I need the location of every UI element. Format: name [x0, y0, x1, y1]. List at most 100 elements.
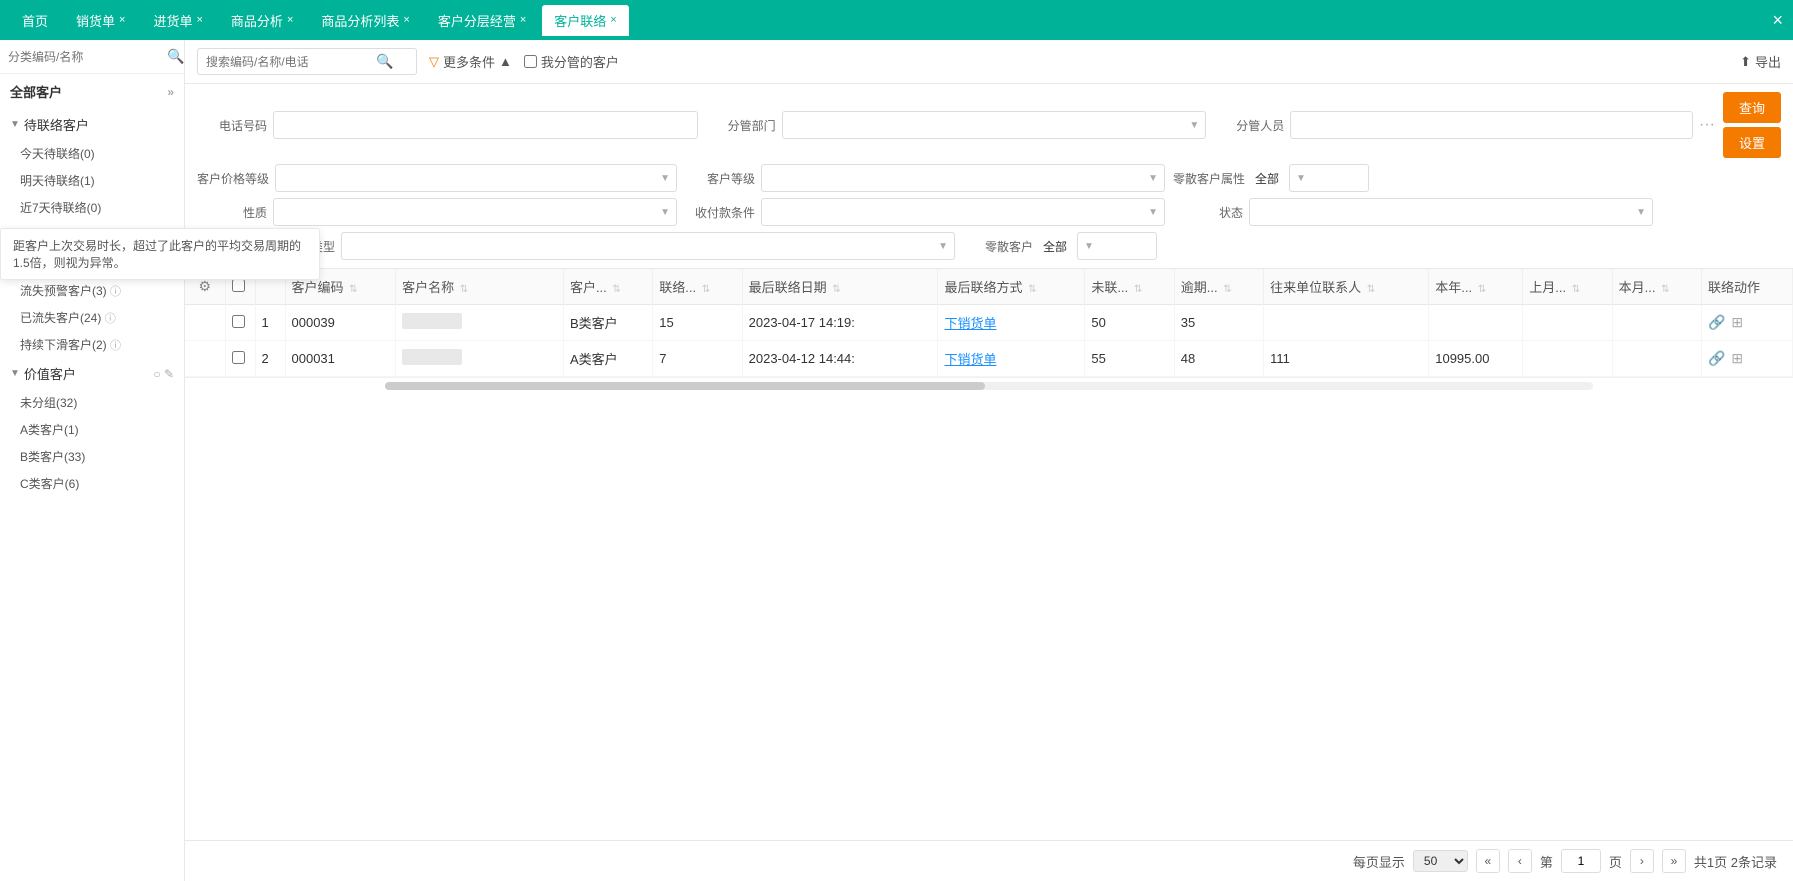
th-unit-contact: 往来单位联系人 ⇅: [1264, 269, 1429, 305]
pagination-bar: 每页显示 50 100 200 « ‹ 第 页 › » 共1页 2条记录: [185, 840, 1793, 881]
export-btn[interactable]: ⬆ 导出: [1740, 52, 1781, 71]
action-link-icon-2[interactable]: 🔗: [1708, 350, 1725, 367]
edit-value-icon[interactable]: ○ ✎: [153, 367, 174, 381]
gear-icon[interactable]: ⚙: [198, 278, 211, 295]
last-method-link-1[interactable]: 下销货单: [944, 316, 996, 331]
scrollbar-thumb[interactable]: [385, 382, 985, 390]
td-action-2: 🔗 ⊞: [1701, 341, 1792, 377]
nav-item-product-analysis[interactable]: 商品分析 ×: [219, 5, 305, 36]
dept-select[interactable]: ▼: [782, 111, 1207, 139]
customer-type-select[interactable]: ▼: [341, 232, 955, 260]
sidebar-item-loss-warning[interactable]: 流失预警客户(3) ⓘ: [0, 277, 184, 304]
sort-last-method-icon[interactable]: ⇅: [1028, 284, 1036, 295]
td-uncontacted-2: 55: [1085, 341, 1174, 377]
customer-grade-select[interactable]: ▼: [761, 164, 1165, 192]
sort-grade-icon[interactable]: ⇅: [612, 284, 620, 295]
sidebar-item-today[interactable]: 今天待联络(0): [0, 140, 184, 167]
action-grid-icon-2[interactable]: ⊞: [1731, 350, 1743, 367]
payment-arrow: ▼: [1148, 207, 1158, 218]
table-header-row: ⚙ 客户编码 ⇅ 客户名称 ⇅: [185, 269, 1793, 305]
filter-row-1: 电话号码 分管部门 ▼ 分管人员 ···: [197, 92, 1781, 158]
th-overdue: 逾期... ⇅: [1174, 269, 1263, 305]
row1-checkbox[interactable]: [232, 315, 245, 328]
td-contact-2: 7: [653, 341, 742, 377]
my-customers-row: 我分管的客户: [524, 52, 619, 71]
scatter-attr-select[interactable]: ▼: [1289, 164, 1369, 192]
sidebar-item-lost[interactable]: 已流失客户(24) ⓘ: [0, 304, 184, 331]
settings-button[interactable]: 设置: [1723, 127, 1781, 158]
nav-close-customer-tier[interactable]: ×: [520, 14, 526, 26]
more-conditions-btn[interactable]: ▽ 更多条件 ▲: [429, 52, 512, 71]
action-link-icon-1[interactable]: 🔗: [1708, 314, 1725, 331]
nav-close-product-list[interactable]: ×: [403, 14, 409, 26]
td-last-month-1: [1523, 305, 1612, 341]
sort-name-icon[interactable]: ⇅: [460, 284, 468, 295]
sidebar-item-declining[interactable]: 持续下滑客户(2) ⓘ: [0, 331, 184, 358]
my-customers-label: 我分管的客户: [541, 52, 619, 71]
sort-last-date-icon[interactable]: ⇅: [832, 284, 840, 295]
search-box-icon[interactable]: 🔍: [376, 53, 393, 70]
sort-uncontacted-icon[interactable]: ⇅: [1134, 284, 1142, 295]
page-input[interactable]: [1561, 849, 1601, 873]
nav-item-sales[interactable]: 销货单 ×: [64, 5, 137, 36]
first-page-btn[interactable]: «: [1476, 849, 1500, 873]
prev-page-btn[interactable]: ‹: [1508, 849, 1532, 873]
price-grade-arrow: ▼: [660, 173, 670, 184]
search-box: 🔍: [197, 48, 417, 75]
status-label: 状态: [1173, 204, 1243, 221]
person-dots[interactable]: ···: [1699, 116, 1715, 134]
nav-item-home[interactable]: 首页: [10, 5, 60, 36]
nav-close-sales[interactable]: ×: [119, 14, 125, 26]
nav-item-customer-tier[interactable]: 客户分层经营 ×: [426, 5, 538, 36]
nav-close-customer-contact[interactable]: ×: [610, 14, 616, 26]
window-close-icon[interactable]: ×: [1772, 10, 1783, 31]
sidebar-search-input[interactable]: [8, 50, 163, 64]
th-uncontacted-label: 未联...: [1091, 280, 1128, 295]
last-method-link-2[interactable]: 下销货单: [944, 352, 996, 367]
nature-select[interactable]: ▼: [273, 198, 677, 226]
nav-item-purchase[interactable]: 进货单 ×: [141, 5, 214, 36]
status-select[interactable]: ▼: [1249, 198, 1653, 226]
sidebar-item-tomorrow[interactable]: 明天待联络(1): [0, 167, 184, 194]
arrow-icon: ▼: [10, 119, 20, 130]
sidebar-item-unclassified[interactable]: 未分组(32): [0, 389, 184, 416]
sidebar-item-7days[interactable]: 近7天待联络(0): [0, 194, 184, 221]
sidebar-group-pending[interactable]: ▼ 待联络客户: [0, 109, 184, 140]
sort-code-icon[interactable]: ⇅: [349, 284, 357, 295]
td-gear-1: [185, 305, 225, 341]
person-select[interactable]: [1290, 111, 1693, 139]
sidebar-item-c-class[interactable]: C类客户(6): [0, 470, 184, 497]
sort-this-month-icon[interactable]: ⇅: [1661, 284, 1669, 295]
th-uncontacted: 未联... ⇅: [1085, 269, 1174, 305]
sort-this-year-icon[interactable]: ⇅: [1478, 284, 1486, 295]
td-code-1: 000039: [285, 305, 396, 341]
sidebar-group-value[interactable]: ▼ 价值客户 ○ ✎: [0, 358, 184, 389]
horizontal-scrollbar[interactable]: [185, 377, 1793, 394]
per-page-select[interactable]: 50 100 200: [1413, 850, 1468, 872]
sidebar-search-icon[interactable]: 🔍: [167, 48, 184, 65]
nav-item-customer-contact[interactable]: 客户联络 ×: [542, 5, 628, 36]
search-input[interactable]: [206, 55, 376, 69]
nav-close-purchase[interactable]: ×: [196, 14, 202, 26]
query-button[interactable]: 查询: [1723, 92, 1781, 123]
sidebar-item-a-class[interactable]: A类客户(1): [0, 416, 184, 443]
scatter-customer-select[interactable]: ▼: [1077, 232, 1157, 260]
price-grade-select[interactable]: ▼: [275, 164, 677, 192]
sort-last-month-icon[interactable]: ⇅: [1572, 284, 1580, 295]
nav-close-product-analysis[interactable]: ×: [287, 14, 293, 26]
phone-input[interactable]: [273, 111, 698, 139]
payment-select[interactable]: ▼: [761, 198, 1165, 226]
my-customers-checkbox[interactable]: [524, 55, 537, 68]
sort-overdue-icon[interactable]: ⇅: [1223, 284, 1231, 295]
row2-checkbox[interactable]: [232, 351, 245, 364]
select-all-checkbox[interactable]: [232, 279, 245, 292]
sort-contact-icon[interactable]: ⇅: [702, 284, 710, 295]
sidebar-item-b-class[interactable]: B类客户(33): [0, 443, 184, 470]
next-page-btn[interactable]: ›: [1630, 849, 1654, 873]
collapse-icon[interactable]: »: [167, 85, 174, 99]
last-page-btn[interactable]: »: [1662, 849, 1686, 873]
td-checkbox-2: [225, 341, 255, 377]
nav-item-product-list[interactable]: 商品分析列表 ×: [309, 5, 421, 36]
sort-unit-contact-icon[interactable]: ⇅: [1367, 284, 1375, 295]
action-grid-icon-1[interactable]: ⊞: [1731, 314, 1743, 331]
